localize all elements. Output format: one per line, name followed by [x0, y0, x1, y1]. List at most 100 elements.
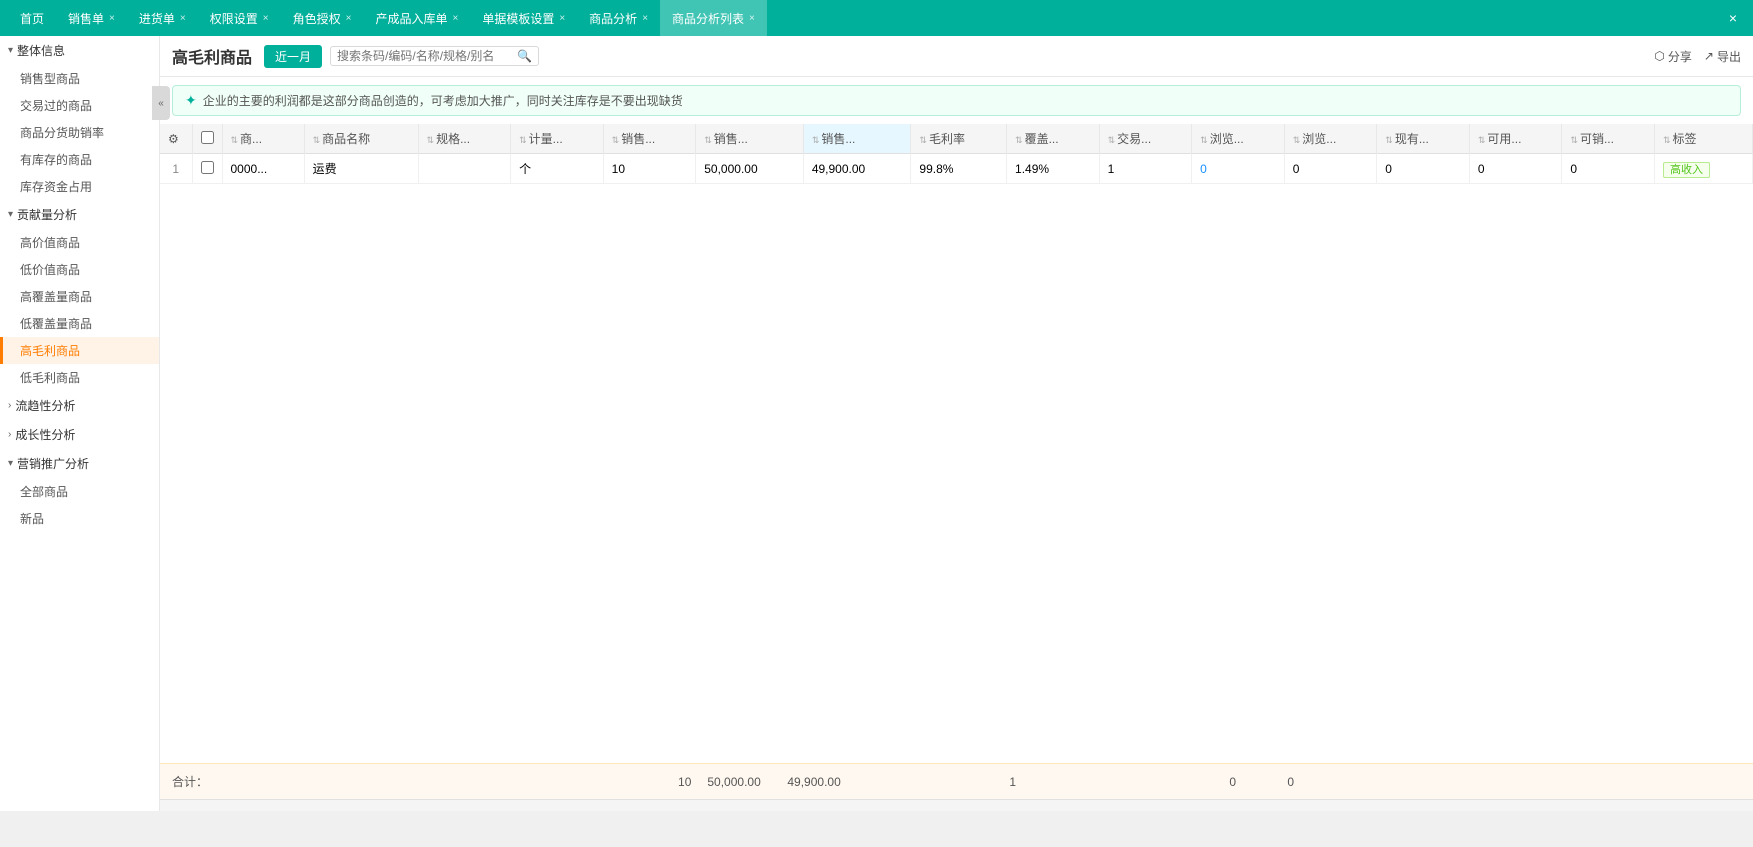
footer-trades: 1: [859, 775, 1079, 789]
col-checkbox: [192, 124, 222, 154]
nav-close-analysis-list[interactable]: ×: [749, 13, 755, 24]
col-views1[interactable]: ⇅浏览...: [1192, 124, 1285, 154]
content-area: 高毛利商品 近一月 🔍 ⬡ 分享 ↗ 导出 ✦ 企业的主要的利润都是这部分商品创…: [160, 36, 1753, 811]
sidebar-group-growth[interactable]: › 成长性分析: [0, 420, 159, 449]
header-actions: ⬡ 分享 ↗ 导出: [1654, 48, 1741, 65]
col-salable[interactable]: ⇅可销...: [1562, 124, 1655, 154]
nav-close-permission[interactable]: ×: [263, 13, 269, 24]
nav-close-purchase[interactable]: ×: [180, 13, 186, 24]
sidebar-group-marketing[interactable]: ▾ 营销推广分析: [0, 449, 159, 478]
nav-item-analysis-list[interactable]: 商品分析列表 ×: [660, 0, 767, 36]
export-button[interactable]: ↗ 导出: [1704, 48, 1741, 65]
nav-close-role[interactable]: ×: [346, 13, 352, 24]
row-index: 1: [160, 154, 192, 184]
sidebar-item-high-coverage[interactable]: 高覆盖量商品: [0, 283, 159, 310]
sidebar-item-new-goods[interactable]: 新品: [0, 505, 159, 532]
row-current: 0: [1377, 154, 1470, 184]
close-all-tabs[interactable]: ×: [1721, 10, 1745, 26]
info-icon: ✦: [185, 92, 197, 109]
row-salable: 0: [1562, 154, 1655, 184]
nav-item-role[interactable]: 角色授权 ×: [281, 0, 364, 36]
sidebar-item-low-margin[interactable]: 低毛利商品: [0, 364, 159, 391]
row-coverage: 1.49%: [1007, 154, 1100, 184]
row-views1-link[interactable]: 0: [1200, 162, 1207, 176]
search-input[interactable]: [337, 49, 517, 63]
table-header-row: ⚙ ⇅商... ⇅商品名称 ⇅规格... ⇅计量... ⇅销售... ⇅销售..…: [160, 124, 1753, 154]
select-all-checkbox[interactable]: [201, 131, 214, 144]
sidebar-item-in-stock[interactable]: 有库存的商品: [0, 146, 159, 173]
export-icon: ↗: [1704, 49, 1714, 63]
time-filter-month[interactable]: 近一月: [264, 45, 322, 68]
footer-cells: 10 50,000.00 49,900.00 1 0 0: [268, 775, 1359, 789]
sidebar-item-stock-funds[interactable]: 库存资金占用: [0, 173, 159, 200]
content-header: 高毛利商品 近一月 🔍 ⬡ 分享 ↗ 导出: [160, 36, 1753, 77]
col-views2[interactable]: ⇅浏览...: [1284, 124, 1377, 154]
sidebar-item-high-value[interactable]: 高价值商品: [0, 229, 159, 256]
col-trades[interactable]: ⇅交易...: [1099, 124, 1192, 154]
nav-close-stockin[interactable]: ×: [452, 13, 458, 24]
row-gross-rate: 99.8%: [911, 154, 1007, 184]
col-code[interactable]: ⇅商...: [222, 124, 304, 154]
arrow-marketing: ▾: [8, 458, 13, 469]
sidebar-item-traded-goods[interactable]: 交易过的商品: [0, 92, 159, 119]
row-spec: [418, 154, 511, 184]
sidebar-item-distribution-rate[interactable]: 商品分货助销率: [0, 119, 159, 146]
nav-close-template[interactable]: ×: [559, 13, 565, 24]
col-gross-rate[interactable]: ⇅毛利率: [911, 124, 1007, 154]
search-icon[interactable]: 🔍: [517, 49, 532, 63]
data-table: ⚙ ⇅商... ⇅商品名称 ⇅规格... ⇅计量... ⇅销售... ⇅销售..…: [160, 124, 1753, 184]
arrow-overall: ▾: [8, 45, 13, 56]
nav-item-permission[interactable]: 权限设置 ×: [198, 0, 281, 36]
nav-item-stockin[interactable]: 产成品入库单 ×: [363, 0, 470, 36]
sidebar-item-low-coverage[interactable]: 低覆盖量商品: [0, 310, 159, 337]
col-available[interactable]: ⇅可用...: [1469, 124, 1562, 154]
row-name: 运费: [304, 154, 418, 184]
nav-close-sales[interactable]: ×: [109, 13, 115, 24]
share-button[interactable]: ⬡ 分享: [1654, 48, 1692, 65]
settings-icon[interactable]: ⚙: [168, 132, 179, 146]
arrow-growth: ›: [8, 429, 11, 440]
sidebar-item-high-margin[interactable]: 高毛利商品: [0, 337, 159, 364]
main-layout: ▾ 整体信息 销售型商品 交易过的商品 商品分货助销率 有库存的商品 库存资金占…: [0, 36, 1753, 811]
row-select-checkbox[interactable]: [201, 161, 214, 174]
row-code: 0000...: [222, 154, 304, 184]
sidebar-item-low-value[interactable]: 低价值商品: [0, 256, 159, 283]
table-row: 1 0000... 运费: [160, 154, 1753, 184]
sidebar-item-all-goods[interactable]: 全部商品: [0, 478, 159, 505]
nav-item-home[interactable]: 首页: [8, 0, 56, 36]
col-tag[interactable]: ⇅标签: [1654, 124, 1752, 154]
table-footer: 合计： 10 50,000.00 49,900.00 1 0 0: [160, 763, 1753, 799]
arrow-contribution: ▾: [8, 209, 13, 220]
col-current[interactable]: ⇅现有...: [1377, 124, 1470, 154]
nav-item-template[interactable]: 单据模板设置 ×: [470, 0, 577, 36]
col-sales-amt1[interactable]: ⇅销售...: [696, 124, 804, 154]
top-navigation: 首页 销售单 × 进货单 × 权限设置 × 角色授权 × 产成品入库单 × 单据…: [0, 0, 1753, 36]
col-coverage[interactable]: ⇅覆盖...: [1007, 124, 1100, 154]
col-unit[interactable]: ⇅计量...: [511, 124, 604, 154]
row-sales-amt1: 50,000.00: [696, 154, 804, 184]
sidebar-toggle[interactable]: «: [152, 86, 170, 120]
share-icon: ⬡: [1654, 49, 1664, 63]
sidebar-item-sales-goods[interactable]: 销售型商品: [0, 65, 159, 92]
nav-close-analysis[interactable]: ×: [642, 13, 648, 24]
col-sales-amt2[interactable]: ⇅销售...: [803, 124, 911, 154]
sidebar-group-flow[interactable]: › 流趋性分析: [0, 391, 159, 420]
info-banner: ✦ 企业的主要的利润都是这部分商品创造的，可考虑加大推广，同时关注库存是不要出现…: [172, 85, 1741, 116]
horizontal-scrollbar[interactable]: [160, 799, 1753, 811]
footer-sales-amt1: 50,000.00: [699, 775, 779, 789]
sidebar: ▾ 整体信息 销售型商品 交易过的商品 商品分货助销率 有库存的商品 库存资金占…: [0, 36, 160, 811]
footer-sales-amt2: 49,900.00: [779, 775, 859, 789]
sidebar-group-overall[interactable]: ▾ 整体信息: [0, 36, 159, 65]
sidebar-group-contribution[interactable]: ▾ 贡献量分析: [0, 200, 159, 229]
col-settings[interactable]: ⚙: [160, 124, 192, 154]
nav-item-sales[interactable]: 销售单 ×: [56, 0, 127, 36]
row-unit: 个: [511, 154, 604, 184]
nav-item-purchase[interactable]: 进货单 ×: [127, 0, 198, 36]
col-sales-qty[interactable]: ⇅销售...: [603, 124, 696, 154]
nav-item-analysis[interactable]: 商品分析 ×: [577, 0, 660, 36]
data-table-wrapper[interactable]: ⚙ ⇅商... ⇅商品名称 ⇅规格... ⇅计量... ⇅销售... ⇅销售..…: [160, 124, 1753, 763]
sidebar-wrapper: ▾ 整体信息 销售型商品 交易过的商品 商品分货助销率 有库存的商品 库存资金占…: [0, 36, 160, 811]
col-name[interactable]: ⇅商品名称: [304, 124, 418, 154]
col-spec[interactable]: ⇅规格...: [418, 124, 511, 154]
footer-salable: 0: [1279, 775, 1359, 789]
